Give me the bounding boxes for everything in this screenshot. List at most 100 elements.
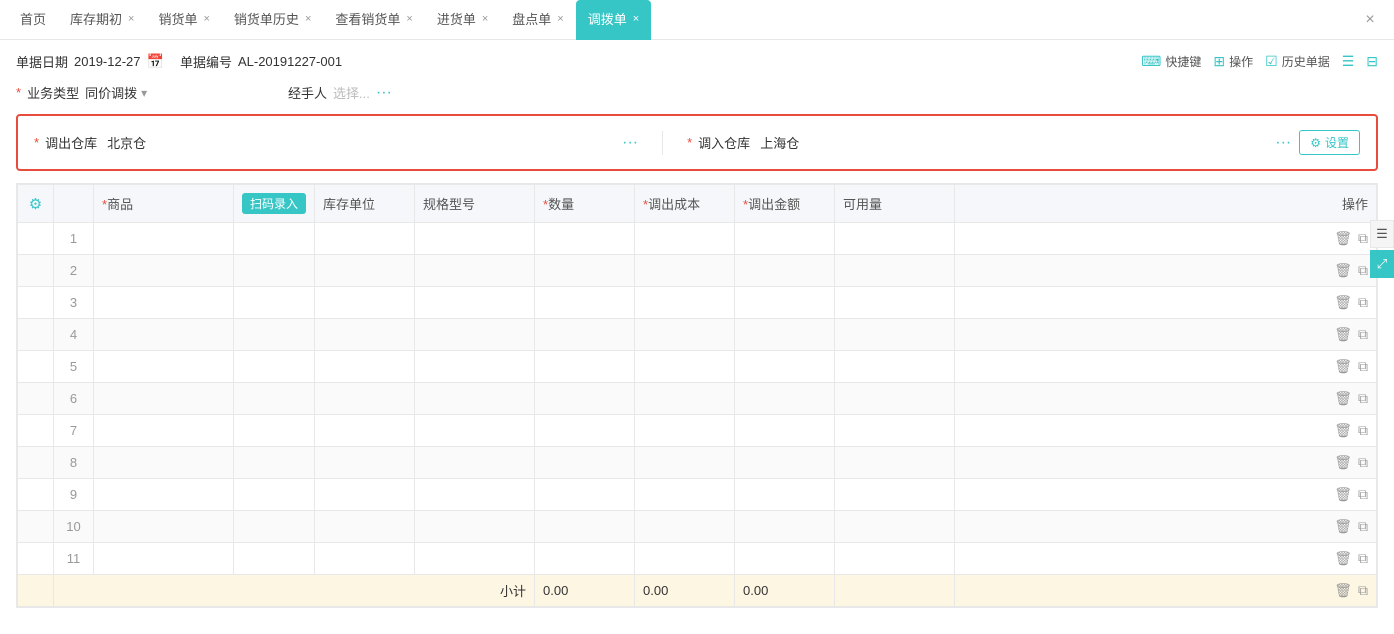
row-gear-2 — [18, 255, 54, 287]
calendar-icon[interactable]: 📅 — [147, 53, 164, 70]
in-warehouse-field: * 调入仓库 上海仓 ··· — [687, 133, 1291, 152]
in-warehouse-value[interactable]: 上海仓 — [760, 133, 1269, 152]
row-copy-1[interactable]: ⧉ — [1358, 230, 1368, 247]
tab-inventory-close[interactable]: × — [557, 13, 563, 25]
row-delete-3[interactable]: 🗑 — [1334, 294, 1352, 311]
row-copy-9[interactable]: ⧉ — [1358, 486, 1368, 503]
row-copy-10[interactable]: ⧉ — [1358, 518, 1368, 535]
date-field: 单据日期 2019-12-27 📅 — [16, 52, 164, 71]
layout-grid-button[interactable]: ⊟ — [1366, 53, 1378, 70]
row-delete-4[interactable]: 🗑 — [1334, 326, 1352, 343]
row-scan-2 — [234, 255, 315, 287]
out-warehouse-more-icon[interactable]: ··· — [622, 134, 638, 152]
grid-icon: ⊟ — [1366, 53, 1378, 70]
row-delete-11[interactable]: 🗑 — [1334, 550, 1352, 567]
row-product-2[interactable] — [94, 255, 234, 287]
date-label: 单据日期 — [16, 52, 68, 71]
row-copy-2[interactable]: ⧉ — [1358, 262, 1368, 279]
row-cost-2[interactable] — [635, 255, 735, 287]
right-list-button[interactable]: ☰ — [1370, 220, 1394, 248]
tab-transfer-close[interactable]: × — [633, 13, 639, 25]
scan-button[interactable]: 扫码录入 — [242, 193, 306, 214]
row-delete-2[interactable]: 🗑 — [1334, 262, 1352, 279]
person-select[interactable]: 选择... — [333, 83, 370, 102]
settings-button[interactable]: ⚙ 设置 — [1299, 130, 1360, 155]
tab-sales-order-label: 销货单 — [158, 9, 197, 28]
tab-view-sales-label: 查看销货单 — [335, 9, 400, 28]
row-delete-8[interactable]: 🗑 — [1334, 454, 1352, 471]
table-wrap: ⚙ *商品 扫码录入 库存单位 规格型号 *数量 *调出成本 — [16, 183, 1378, 608]
tab-transfer[interactable]: 调拨单 × — [576, 0, 651, 40]
row-copy-11[interactable]: ⧉ — [1358, 550, 1368, 567]
row-delete-5[interactable]: 🗑 — [1334, 358, 1352, 375]
subtotal-amount: 0.00 — [735, 575, 835, 607]
tab-inventory-init-label: 库存期初 — [70, 9, 122, 28]
row-delete-10[interactable]: 🗑 — [1334, 518, 1352, 535]
tab-view-sales-close[interactable]: × — [406, 13, 412, 25]
shortcut-button[interactable]: ⌨ 快捷键 — [1141, 53, 1201, 70]
person-more-icon[interactable]: ··· — [376, 84, 392, 102]
business-type-field: * 业务类型 同价调拨 ▾ — [16, 83, 256, 102]
row-scan-1 — [234, 223, 315, 255]
business-type-label: 业务类型 — [27, 83, 79, 102]
tab-inventory-label: 盘点单 — [512, 9, 551, 28]
col-available: 可用量 — [835, 185, 955, 223]
subtotal-delete[interactable]: 🗑 — [1334, 582, 1352, 599]
tab-view-sales[interactable]: 查看销货单 × — [323, 0, 424, 40]
tab-purchase-label: 进货单 — [437, 9, 476, 28]
tab-home[interactable]: 首页 — [8, 0, 58, 40]
row-gear-3 — [18, 287, 54, 319]
right-expand-button[interactable]: ⤢ — [1370, 250, 1394, 278]
subtotal-copy[interactable]: ⧉ — [1358, 582, 1368, 599]
out-warehouse-value[interactable]: 北京仓 — [107, 133, 616, 152]
col-product: *商品 — [94, 185, 234, 223]
layout-toggle-button[interactable]: ☰ — [1342, 53, 1355, 70]
table-row: 6 🗑⧉ — [18, 383, 1377, 415]
tab-sales-order[interactable]: 销货单 × — [146, 0, 221, 40]
tab-inventory-init[interactable]: 库存期初 × — [58, 0, 146, 40]
row-delete-7[interactable]: 🗑 — [1334, 422, 1352, 439]
row-spec-2 — [415, 255, 535, 287]
col-qty: *数量 — [535, 185, 635, 223]
window-close-button[interactable]: × — [1354, 4, 1386, 36]
header-row: 单据日期 2019-12-27 📅 单据编号 AL-20191227-001 ⌨… — [16, 52, 1378, 71]
col-amount: *调出金额 — [735, 185, 835, 223]
tab-sales-history-close[interactable]: × — [305, 13, 311, 25]
in-warehouse-more-icon[interactable]: ··· — [1275, 134, 1291, 152]
tab-inventory[interactable]: 盘点单 × — [500, 0, 575, 40]
row-spec-1 — [415, 223, 535, 255]
history-button[interactable]: ☑ 历史单据 — [1265, 53, 1330, 70]
col-op: 操作 — [955, 185, 1377, 223]
table-row: 4 🗑⧉ — [18, 319, 1377, 351]
row-qty-2[interactable] — [535, 255, 635, 287]
row-delete-9[interactable]: 🗑 — [1334, 486, 1352, 503]
row-delete-6[interactable]: 🗑 — [1334, 390, 1352, 407]
tab-sales-order-close[interactable]: × — [203, 13, 209, 25]
tab-bar: 首页 库存期初 × 销货单 × 销货单历史 × 查看销货单 × 进货单 × 盘点… — [0, 0, 1394, 40]
operation-button[interactable]: ⊞ 操作 — [1213, 53, 1253, 70]
person-label: 经手人 — [288, 83, 327, 102]
tab-purchase[interactable]: 进货单 × — [425, 0, 500, 40]
row-copy-8[interactable]: ⧉ — [1358, 454, 1368, 471]
subtotal-row: 小计 0.00 0.00 0.00 🗑⧉ — [18, 575, 1377, 607]
row-qty-1[interactable] — [535, 223, 635, 255]
row-copy-4[interactable]: ⧉ — [1358, 326, 1368, 343]
table-gear-icon[interactable]: ⚙ — [29, 196, 42, 213]
tab-sales-history[interactable]: 销货单历史 × — [222, 0, 323, 40]
row-cost-1[interactable] — [635, 223, 735, 255]
tab-purchase-close[interactable]: × — [482, 13, 488, 25]
row-copy-6[interactable]: ⧉ — [1358, 390, 1368, 407]
row-copy-5[interactable]: ⧉ — [1358, 358, 1368, 375]
settings-label: 设置 — [1325, 134, 1349, 151]
business-type-select[interactable]: 同价调拨 ▾ — [85, 83, 147, 102]
row-delete-1[interactable]: 🗑 — [1334, 230, 1352, 247]
row-copy-7[interactable]: ⧉ — [1358, 422, 1368, 439]
row-copy-3[interactable]: ⧉ — [1358, 294, 1368, 311]
row-product-1[interactable] — [94, 223, 234, 255]
code-field: 单据编号 AL-20191227-001 — [180, 52, 342, 71]
right-expand-icon: ⤢ — [1377, 256, 1387, 272]
form-row2: * 业务类型 同价调拨 ▾ 经手人 选择... ··· — [16, 83, 1378, 102]
subtotal-label: 小计 — [54, 575, 535, 607]
tab-inventory-init-close[interactable]: × — [128, 13, 134, 25]
table-row: 10 🗑⧉ — [18, 511, 1377, 543]
